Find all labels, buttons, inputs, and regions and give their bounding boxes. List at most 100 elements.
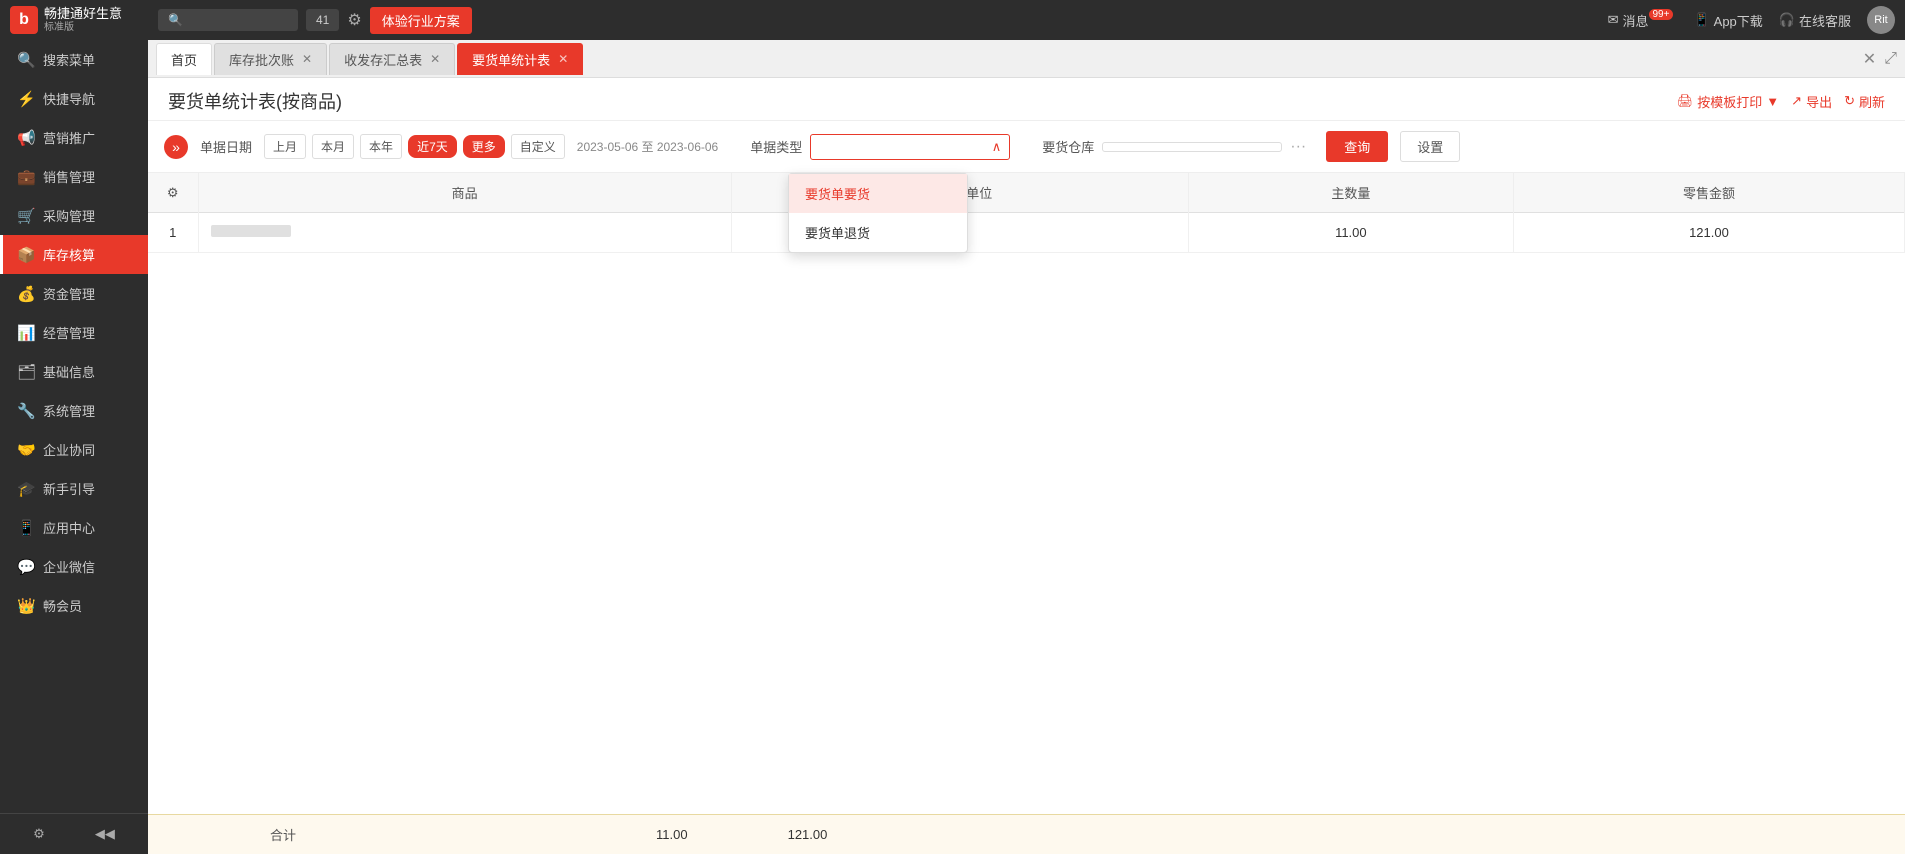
date-filter-group: 上月 本月 本年 近7天 更多 自定义: [264, 134, 565, 159]
sidebar-item-quick-nav[interactable]: ⚡快捷导航: [0, 79, 148, 118]
sidebar-label-sales: 销售管理: [43, 167, 95, 186]
table-wrapper: ⚙ 商品 主计量单位 主数量 零售金额 1 块 11.00 121.00: [148, 173, 1905, 814]
content-area: 首页库存批次账✕收发存汇总表✕要货单统计表✕ ✕ ⤢ 要货单统计表(按商品) 🖨…: [148, 40, 1905, 854]
message-btn[interactable]: ✉ 消息 99+: [1608, 11, 1678, 30]
sidebar-item-system[interactable]: 🔧系统管理: [0, 391, 148, 430]
refresh-label: 刷新: [1859, 92, 1885, 111]
sidebar-label-member: 畅会员: [43, 596, 82, 615]
warehouse-select[interactable]: [1102, 142, 1282, 152]
type-filter-select[interactable]: ∧: [810, 134, 1010, 160]
tab-receive-summary[interactable]: 收发存汇总表 ✕: [329, 43, 455, 75]
warehouse-filter-group: 要货仓库 ···: [1042, 137, 1306, 156]
sidebar: 🔍搜索菜单⚡快捷导航📢营销推广 💼 销售管理 🛒 采购管理 📦库存核算 💰 资金管理 📊经营管理…: [0, 40, 148, 854]
sidebar-item-operations[interactable]: 📊经营管理: [0, 313, 148, 352]
sidebar-item-purchase[interactable]: 🛒 采购管理: [0, 196, 148, 235]
tab-count-display[interactable]: 41: [306, 9, 339, 31]
header-right: ✉ 消息 99+ 📱 App下载 🎧 在线客服 Rit: [1608, 6, 1895, 34]
gear-icon[interactable]: ⚙: [167, 185, 179, 200]
filter-expand-btn[interactable]: »: [164, 135, 188, 159]
main-layout: 🔍搜索菜单⚡快捷导航📢营销推广 💼 销售管理 🛒 采购管理 📦库存核算 💰 资金管理 📊经营管理…: [0, 40, 1905, 854]
sidebar-item-enterprise[interactable]: 🤝 企业协同: [0, 430, 148, 469]
sidebar-label-inventory: 库存核算: [43, 245, 95, 264]
cell-qty: 11.00: [1188, 213, 1513, 253]
tab-close-inventory-batch[interactable]: ✕: [302, 52, 312, 66]
print-icon: 🖨: [1677, 93, 1694, 109]
sidebar-icon-app-center: 📱: [17, 519, 35, 537]
sidebar-item-basic-info[interactable]: 🗂 基础信息: [0, 352, 148, 391]
query-btn[interactable]: 查询: [1326, 131, 1388, 162]
sidebar-item-inventory[interactable]: 📦库存核算: [0, 235, 148, 274]
date-btn-this-month[interactable]: 本月: [312, 134, 354, 159]
trial-button[interactable]: 体验行业方案: [370, 7, 472, 34]
date-btn-this-year[interactable]: 本年: [360, 134, 402, 159]
tab-inventory-batch[interactable]: 库存批次账✕: [214, 43, 327, 75]
tabs-bar-right: ✕ ⤢: [1863, 49, 1897, 69]
online-service-label: 在线客服: [1799, 11, 1851, 30]
close-all-icon[interactable]: ✕: [1863, 49, 1876, 69]
col-gear[interactable]: ⚙: [148, 173, 198, 213]
sidebar-item-app-center[interactable]: 📱 应用中心: [0, 508, 148, 547]
date-btn-more[interactable]: 更多: [463, 135, 505, 158]
type-filter-label: 单据类型: [750, 137, 802, 156]
main-table: ⚙ 商品 主计量单位 主数量 零售金额 1 块 11.00 121.00: [148, 173, 1905, 253]
sidebar-item-search[interactable]: 🔍搜索菜单: [0, 40, 148, 79]
sidebar-label-guide: 新手引导: [43, 479, 95, 498]
sidebar-label-basic-info: 基础信息: [43, 362, 95, 381]
date-btn-custom[interactable]: 自定义: [511, 134, 565, 159]
sidebar-icon-sales: 💼: [17, 168, 35, 186]
export-btn[interactable]: ↗ 导出: [1791, 92, 1832, 111]
tab-order-summary[interactable]: 要货单统计表✕: [457, 43, 583, 75]
dropdown-item-order-goods[interactable]: 要货单要货: [789, 174, 967, 213]
footer-qty: 11.00: [656, 827, 688, 842]
tab-close-order-summary[interactable]: ✕: [558, 52, 568, 66]
sidebar-item-wechat[interactable]: 💬企业微信: [0, 547, 148, 586]
print-btn[interactable]: 🖨 按模板打印 ▼: [1677, 92, 1779, 111]
table-header-row: ⚙ 商品 主计量单位 主数量 零售金额: [148, 173, 1905, 213]
col-qty: 主数量: [1188, 173, 1513, 213]
export-label: 导出: [1806, 92, 1832, 111]
sidebar-item-guide[interactable]: 🎓新手引导: [0, 469, 148, 508]
export-icon: ↗: [1791, 93, 1802, 109]
sidebar-icon-enterprise: 🤝: [17, 441, 35, 459]
sidebar-settings-btn[interactable]: ⚙: [29, 822, 49, 846]
sidebar-label-enterprise: 企业协同: [43, 440, 95, 459]
filter-type-group: 单据类型 ∧: [750, 134, 1010, 160]
footer-amount: 121.00: [788, 827, 828, 842]
logo-text: 畅捷通好生意 标准版: [44, 6, 122, 34]
date-btn-7days[interactable]: 近7天: [408, 135, 457, 158]
sidebar-icon-basic-info: 🗂: [17, 363, 35, 381]
sidebar-collapse-btn[interactable]: ◀◀: [91, 822, 119, 846]
avatar[interactable]: Rit: [1867, 6, 1895, 34]
print-chevron: ▼: [1766, 94, 1779, 109]
sidebar-item-sales[interactable]: 💼 销售管理: [0, 157, 148, 196]
tab-label-receive-summary: 收发存汇总表: [344, 50, 422, 69]
search-input-top[interactable]: 🔍: [158, 9, 298, 31]
logo-area: b 畅捷通好生意 标准版: [10, 6, 150, 34]
sidebar-icon-purchase: 🛒: [17, 207, 35, 225]
filter-settings-btn[interactable]: 设置: [1400, 131, 1460, 162]
sidebar-label-wechat: 企业微信: [43, 557, 95, 576]
dropdown-item-order-return[interactable]: 要货单退货: [789, 213, 967, 252]
sidebar-item-marketing[interactable]: 📢营销推广: [0, 118, 148, 157]
sidebar-item-finance[interactable]: 💰 资金管理: [0, 274, 148, 313]
expand-icon[interactable]: ⤢: [1884, 50, 1897, 68]
sidebar-label-purchase: 采购管理: [43, 206, 95, 225]
expand-icon: »: [172, 139, 180, 155]
sidebar-label-app-center: 应用中心: [43, 518, 95, 537]
tab-label-home: 首页: [171, 50, 197, 69]
refresh-btn[interactable]: ↻ 刷新: [1844, 92, 1885, 111]
sidebar-bottom: ⚙ ◀◀: [0, 813, 148, 854]
tab-close-receive-summary[interactable]: ✕: [430, 52, 440, 66]
sidebar-icon-operations: 📊: [17, 324, 35, 342]
date-btn-prev-month[interactable]: 上月: [264, 134, 306, 159]
sidebar-icon-finance: 💰: [17, 285, 35, 303]
app-download-btn[interactable]: 📱 App下载: [1693, 11, 1762, 30]
sidebar-label-finance: 资金管理: [43, 284, 95, 303]
tab-home[interactable]: 首页: [156, 43, 212, 75]
online-service-btn[interactable]: 🎧 在线客服: [1779, 11, 1851, 30]
header-settings-icon[interactable]: ⚙: [347, 10, 361, 30]
cell-goods: [198, 213, 731, 253]
warehouse-more-btn[interactable]: ···: [1290, 138, 1306, 156]
sidebar-item-member[interactable]: 👑畅会员: [0, 586, 148, 625]
tab-count-text: 41: [316, 13, 329, 27]
